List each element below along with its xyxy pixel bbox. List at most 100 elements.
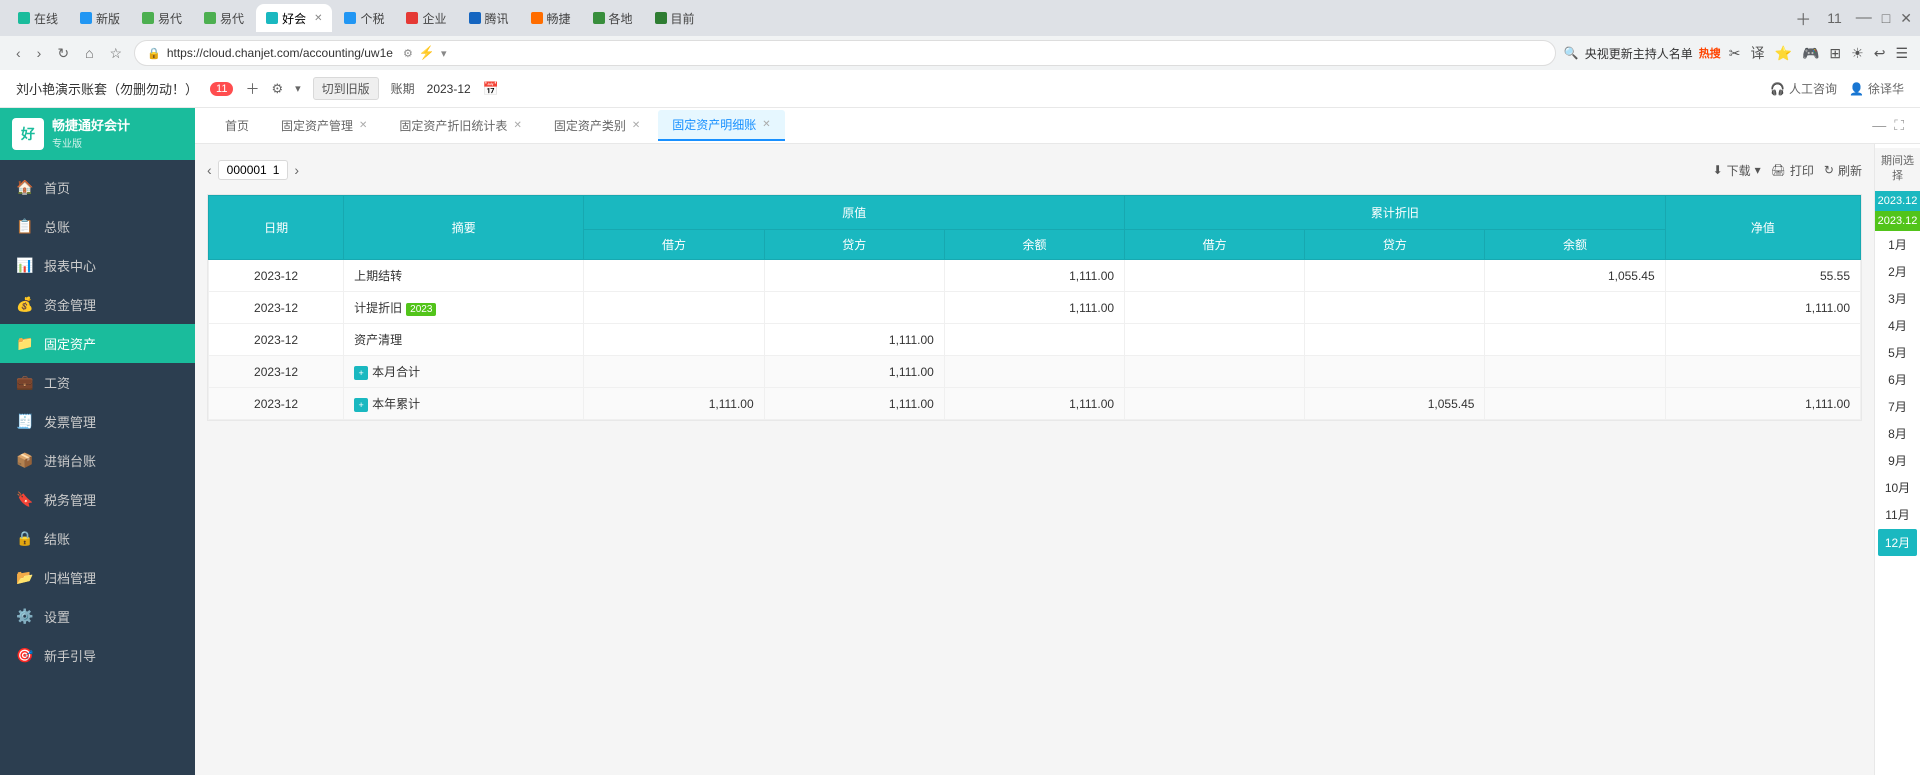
year-2023-button[interactable]: 2023.12	[1875, 191, 1920, 211]
bookmark-button[interactable]: ☆	[106, 45, 127, 62]
account-code-box[interactable]: 000001 1	[218, 160, 289, 180]
menu-icon-fixed: 📁	[16, 335, 34, 352]
close-window-button[interactable]: ✕	[1900, 10, 1912, 27]
sidebar-item-ledger[interactable]: 📋总账	[0, 207, 195, 246]
print-label: 打印	[1790, 162, 1814, 179]
back-button[interactable]: ‹	[12, 45, 25, 61]
sidebar-item-report[interactable]: 📊报表中心	[0, 246, 195, 285]
menu-label-report: 报表中心	[44, 256, 96, 275]
page-tab-fixed_cat[interactable]: 固定资产类别✕	[540, 111, 654, 140]
hot-search-label[interactable]: 热搜	[1699, 45, 1721, 61]
browser-tab-t11[interactable]: 目前	[645, 4, 705, 32]
period-month-4[interactable]: 4月	[1875, 312, 1920, 339]
period-month-1[interactable]: 1月	[1875, 231, 1920, 258]
browser-tab-t2[interactable]: 新版	[70, 4, 130, 32]
calendar-icon[interactable]: 📅	[483, 81, 499, 97]
extension-icon[interactable]: ⭐	[1775, 45, 1792, 62]
print-icon: 🖨	[1771, 163, 1786, 177]
service-button[interactable]: 🎧 人工咨询	[1770, 80, 1837, 97]
browser-tab-t1[interactable]: 在线	[8, 4, 68, 32]
game-icon[interactable]: 🎮	[1802, 45, 1819, 62]
site-info-icon[interactable]: ⚙	[403, 47, 413, 60]
user-button[interactable]: 👤 徐译华	[1849, 80, 1904, 97]
year-2023-alt-button[interactable]: 2023.12	[1875, 211, 1920, 231]
sidebar-item-salary[interactable]: 💼工资	[0, 363, 195, 402]
row-dep-balance	[1485, 292, 1665, 324]
menu-icon[interactable]: ☰	[1895, 45, 1908, 62]
page-tab-fixed_dep[interactable]: 固定资产折旧统计表✕	[385, 111, 535, 140]
lightning-icon[interactable]: ⚡	[419, 45, 435, 61]
page-tab-fixed_mgmt[interactable]: 固定资产管理✕	[267, 111, 381, 140]
sidebar-item-home[interactable]: 🏠首页	[0, 168, 195, 207]
browser-tab-t7[interactable]: 企业	[396, 4, 456, 32]
maximize-button[interactable]: □	[1882, 10, 1890, 26]
add-account-button[interactable]: ＋	[245, 79, 259, 99]
search-text: 央视更新主持人名单	[1585, 45, 1693, 62]
browser-tab-t5[interactable]: 好会✕	[256, 4, 332, 32]
grid-icon[interactable]: ⊞	[1829, 45, 1841, 62]
sidebar-item-fund[interactable]: 💰资金管理	[0, 285, 195, 324]
period-month-7[interactable]: 7月	[1875, 393, 1920, 420]
brightness-icon[interactable]: ☀	[1851, 45, 1864, 62]
notification-badge[interactable]: 11	[210, 82, 233, 96]
dropdown-arrow-icon[interactable]: ▾	[295, 82, 301, 95]
sidebar-item-settings[interactable]: ⚙️设置	[0, 597, 195, 636]
menu-icon-salary: 💼	[16, 374, 34, 391]
row-summary: 计提折旧2023	[344, 292, 584, 324]
forward-button[interactable]: ›	[33, 45, 46, 61]
scissors-icon[interactable]: ✂	[1729, 45, 1741, 62]
period-month-9[interactable]: 9月	[1875, 447, 1920, 474]
page-tab-close-fixed_detail[interactable]: ✕	[762, 119, 770, 130]
menu-icon-tax: 🔖	[16, 491, 34, 508]
tab-count-badge: 11	[1827, 10, 1842, 26]
row-net-value: 1,111.00	[1665, 292, 1860, 324]
download-button[interactable]: ⬇ 下载 ▾	[1713, 162, 1761, 179]
translate-icon[interactable]: 译	[1751, 43, 1765, 63]
period-month-5[interactable]: 5月	[1875, 339, 1920, 366]
sidebar-item-close[interactable]: 🔒结账	[0, 519, 195, 558]
page-tab-fixed_detail[interactable]: 固定资产明细账✕	[658, 110, 784, 141]
period-panel-title: 期间选择	[1875, 148, 1920, 191]
tab-close-t5[interactable]: ✕	[314, 13, 322, 24]
print-button[interactable]: 🖨 打印	[1771, 162, 1814, 179]
sidebar-item-archive[interactable]: 📂归档管理	[0, 558, 195, 597]
favicon-t2	[80, 12, 92, 24]
page-tab-close-fixed_dep[interactable]: ✕	[513, 120, 521, 131]
period-month-12[interactable]: 12月	[1878, 529, 1917, 556]
page-tab-home[interactable]: 首页	[211, 111, 263, 140]
content-window-maximize[interactable]: ⛶	[1894, 117, 1904, 134]
sidebar-item-tax[interactable]: 🔖税务管理	[0, 480, 195, 519]
browser-tab-t8[interactable]: 腾讯	[459, 4, 519, 32]
new-tab-button[interactable]: ＋	[1789, 6, 1817, 30]
period-month-11[interactable]: 11月	[1875, 501, 1920, 528]
switch-version-button[interactable]: 切到旧版	[313, 77, 379, 100]
sidebar-item-invoice[interactable]: 🧾发票管理	[0, 402, 195, 441]
prev-account-button[interactable]: ‹	[207, 162, 212, 178]
home-button[interactable]: ⌂	[81, 45, 97, 61]
sidebar-item-fixed[interactable]: 📁固定资产	[0, 324, 195, 363]
dropdown-icon[interactable]: ▾	[441, 47, 447, 60]
content-window-minimize[interactable]: —	[1872, 117, 1886, 134]
reload-button[interactable]: ↻	[53, 45, 73, 62]
period-month-2[interactable]: 2月	[1875, 258, 1920, 285]
period-month-10[interactable]: 10月	[1875, 474, 1920, 501]
sidebar-item-stock[interactable]: 📦进销台账	[0, 441, 195, 480]
browser-tab-t4[interactable]: 易代	[194, 4, 254, 32]
minimize-button[interactable]: —	[1856, 9, 1872, 27]
browser-tab-t6[interactable]: 个税	[334, 4, 394, 32]
refresh-button[interactable]: ↻ 刷新	[1824, 162, 1862, 179]
sidebar-item-guide[interactable]: 🎯新手引导	[0, 636, 195, 675]
period-month-3[interactable]: 3月	[1875, 285, 1920, 312]
page-tab-close-fixed_mgmt[interactable]: ✕	[359, 120, 367, 131]
browser-tab-t9[interactable]: 畅捷	[521, 4, 581, 32]
period-month-6[interactable]: 6月	[1875, 366, 1920, 393]
row-dep-balance: 1,055.45	[1485, 260, 1665, 292]
browser-tab-t3[interactable]: 易代	[132, 4, 192, 32]
account-settings-icon[interactable]: ⚙	[271, 81, 283, 97]
history-icon[interactable]: ↩	[1874, 45, 1886, 62]
next-account-button[interactable]: ›	[294, 162, 299, 178]
period-month-8[interactable]: 8月	[1875, 420, 1920, 447]
address-bar[interactable]: 🔒 https://cloud.chanjet.com/accounting/u…	[134, 40, 1556, 66]
browser-tab-t10[interactable]: 各地	[583, 4, 643, 32]
page-tab-close-fixed_cat[interactable]: ✕	[632, 120, 640, 131]
